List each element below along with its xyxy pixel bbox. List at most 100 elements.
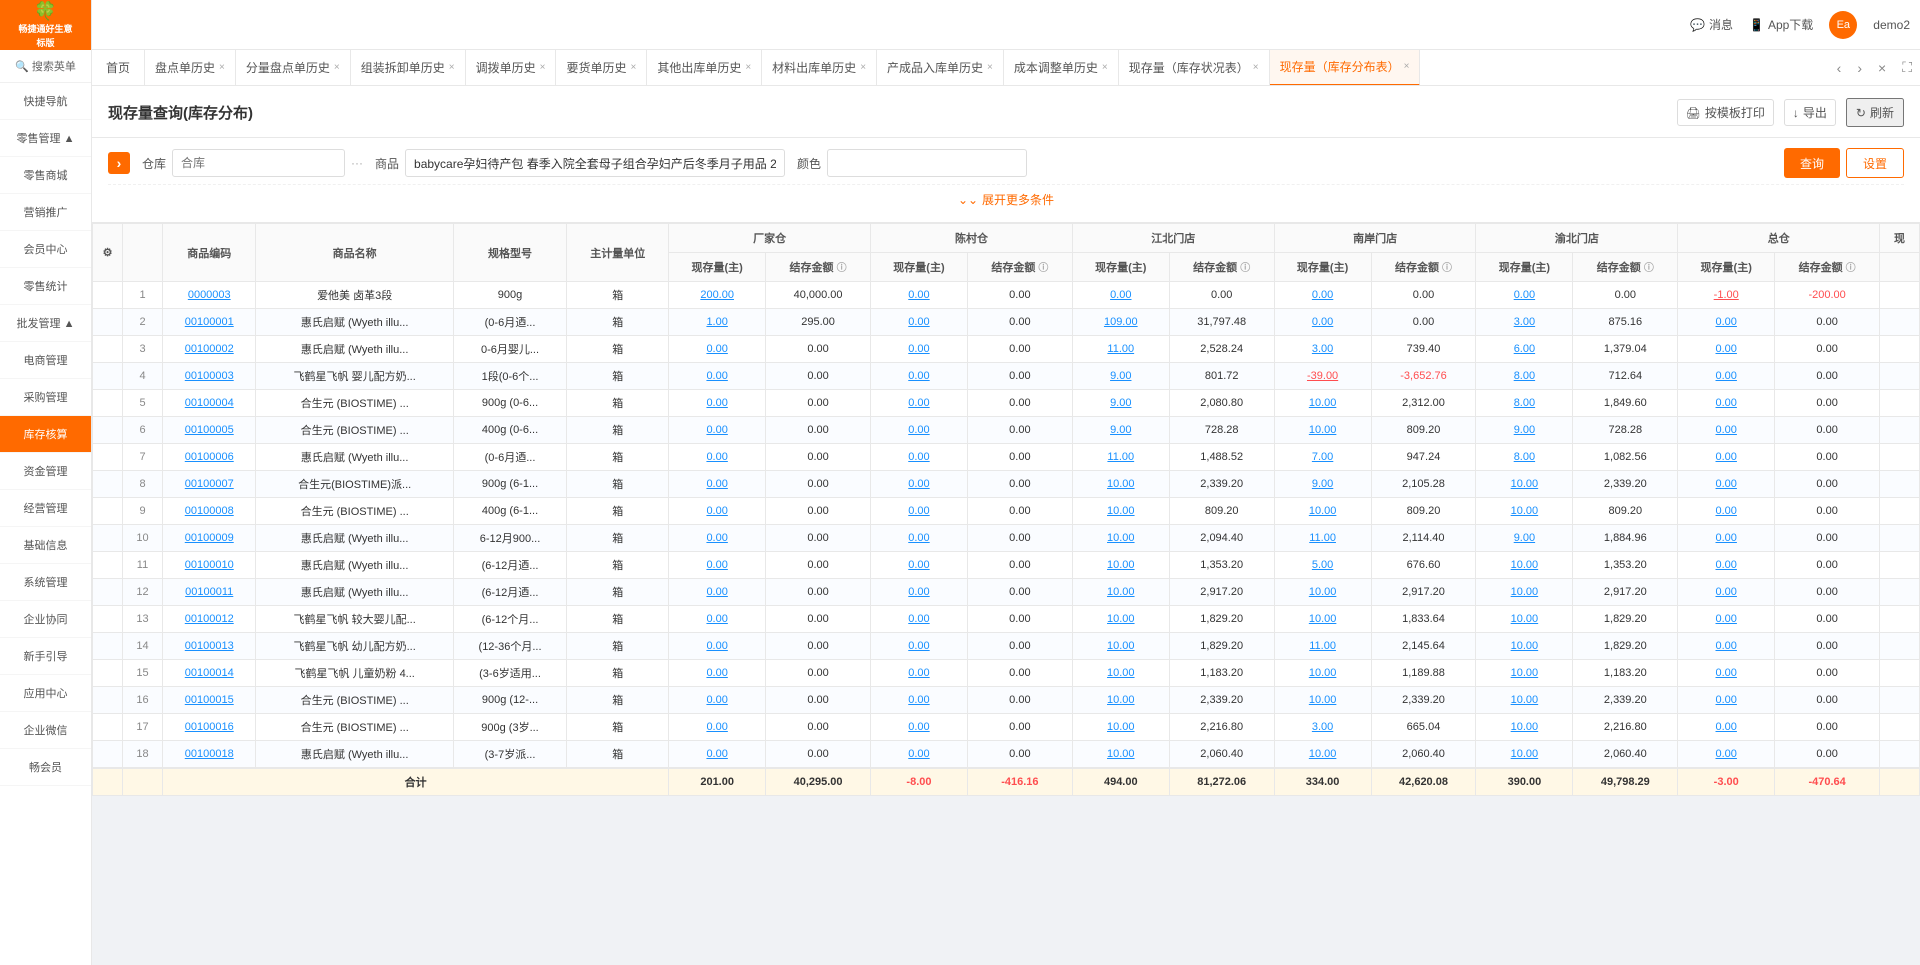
sidebar-item-quick-nav[interactable]: 快捷导航 [0,83,91,120]
sidebar-item-inventory-check[interactable]: 库存核算 [0,416,91,453]
tab-close-allocation-history[interactable]: × [540,62,546,73]
tab-product-in-history[interactable]: 产成品入库单历史× [877,50,1004,86]
th-jiangbei-group: 江北门店 [1072,224,1274,253]
yubeimen-info-icon[interactable]: ⓘ [1644,263,1654,274]
th-chenshi-qty: 现存量(主) [871,253,968,282]
tabs-list: 盘点单历史×分量盘点单历史×组装拆卸单历史×调拨单历史×要货单历史×其他出库单历… [145,50,1829,86]
zong-info-icon[interactable]: ⓘ [1846,263,1856,274]
refresh-button[interactable]: ↻ 刷新 [1846,98,1904,127]
sidebar-item-retail-manage[interactable]: 零售管理 ▲ [0,120,91,157]
tab-close-request-history[interactable]: × [630,62,636,73]
export-button[interactable]: ↓ 导出 [1784,99,1836,126]
tab-close-branch-stock-history[interactable]: × [334,62,340,73]
filter-goods: 商品 [375,149,785,177]
tab-current-stock-dist[interactable]: 现存量（库存分布表）× [1270,50,1421,86]
sidebar-item-system-manage[interactable]: 系统管理 [0,564,91,601]
sidebar-item-enterprise-wechat[interactable]: 企业微信 [0,712,91,749]
table-row: 1500100014飞鹤星飞帆 儿童奶粉 4...(3-6岁适用...箱0.00… [93,660,1920,687]
sidebar-item-ops-manage[interactable]: 经营管理 [0,490,91,527]
th-name: 商品名称 [256,224,453,282]
table-row: 10000003爱他美 卤革3段900g箱200.0040,000.000.00… [93,282,1920,309]
setting-button[interactable]: 设置 [1846,148,1904,178]
tab-allocation-history[interactable]: 调拨单历史× [466,50,557,86]
user-initial: Ea [1837,19,1850,31]
nanao-info-icon[interactable]: ⓘ [1442,263,1452,274]
sidebar-item-member-center[interactable]: 会员中心 [0,231,91,268]
th-settings[interactable]: ⚙ [93,224,123,282]
th-extra-sub [1880,253,1920,282]
table-row: 900100008合生元 (BIOSTIME) ...400g (6-1...箱… [93,498,1920,525]
tab-label-current-stock-status: 现存量（库存状况表） [1129,59,1249,76]
filter-toggle-button[interactable]: › [108,152,130,174]
refresh-icon: ↻ [1856,106,1866,120]
sidebar-item-finance-manage[interactable]: 资金管理 [0,453,91,490]
expand-label: 展开更多条件 [982,191,1054,208]
th-jiangbei-qty: 现存量(主) [1072,253,1169,282]
tab-branch-stock-history[interactable]: 分量盘点单历史× [236,50,351,86]
tab-label-material-out-history: 材料出库单历史 [772,59,856,76]
filter-bar: › 仓库 ··· 商品 颜色 查询 设置 ⌄⌄ 展开更多条件 [92,138,1920,223]
tab-close-current-stock-status[interactable]: × [1253,62,1259,73]
page-header-actions: 🖨 按模板打印 ↓ 导出 ↻ 刷新 [1677,98,1904,127]
color-input[interactable] [827,149,1027,177]
th-current-extra: 现 [1880,224,1920,253]
message-icon: 💬 [1690,18,1705,32]
table-row: 200100001惠氏启赋 (Wyeth illu...(0-6月迺...箱1.… [93,309,1920,336]
user-name: demo2 [1873,18,1910,32]
sidebar-item-retail-stats[interactable]: 零售统计 [0,268,91,305]
sidebar-item-purchase-manage[interactable]: 采购管理 [0,379,91,416]
sidebar-item-wholesale-manage[interactable]: 批发管理 ▲ [0,305,91,342]
th-factory-amt: 结存金额 ⓘ [766,253,871,282]
sidebar-item-enterprise-coop[interactable]: 企业协同 [0,601,91,638]
th-nanao-qty: 现存量(主) [1274,253,1371,282]
sidebar-item-ecommerce-manage[interactable]: 电商管理 [0,342,91,379]
tab-close-current-stock-dist[interactable]: × [1404,61,1410,72]
tab-close-combo-disassemble-history[interactable]: × [449,62,455,73]
tabs-next-button[interactable]: › [1849,50,1870,86]
tabs-fullscreen-button[interactable]: ⛶ [1894,50,1920,86]
sidebar-item-member[interactable]: 畅会员 [0,749,91,786]
tab-current-stock-status[interactable]: 现存量（库存状况表） × [1119,50,1270,86]
user-avatar[interactable]: Ea [1829,11,1857,39]
goods-label: 商品 [375,155,399,172]
sidebar-item-new-guide[interactable]: 新手引导 [0,638,91,675]
data-table: ⚙ 商品编码 商品名称 规格型号 主计量单位 厂家仓 陈村仓 江北门店 南岸门店… [92,223,1920,796]
message-button[interactable]: 💬 消息 [1690,16,1733,33]
sidebar-search[interactable]: 🔍 搜索英单 [0,50,91,83]
expand-icon: ⌄⌄ [958,193,978,207]
tabs-prev-button[interactable]: ‹ [1829,50,1850,86]
tab-close-material-out-history[interactable]: × [860,62,866,73]
tab-request-history[interactable]: 要货单历史× [556,50,647,86]
chenshi-info-icon[interactable]: ⓘ [1038,263,1048,274]
tab-combo-disassemble-history[interactable]: 组装拆卸单历史× [351,50,466,86]
warehouse-input[interactable] [172,149,345,177]
factory-info-icon[interactable]: ⓘ [837,263,847,274]
tab-cost-adjust-history[interactable]: 成本调整单历史× [1004,50,1119,86]
tab-other-out-history[interactable]: 其他出库单历史× [647,50,762,86]
goods-input[interactable] [405,149,785,177]
app-download-button[interactable]: 📱 App下载 [1749,16,1813,33]
tab-close-cost-adjust-history[interactable]: × [1102,62,1108,73]
page-header-top: 现存量查询(库存分布) 🖨 按模板打印 ↓ 导出 ↻ 刷新 [108,98,1904,127]
tab-close-other-out-history[interactable]: × [745,62,751,73]
jiangbei-info-icon[interactable]: ⓘ [1240,263,1250,274]
sidebar-item-marketing[interactable]: 营销推广 [0,194,91,231]
sidebar-item-app-center[interactable]: 应用中心 [0,675,91,712]
tab-material-out-history[interactable]: 材料出库单历史 × [762,50,877,86]
print-button[interactable]: 🖨 按模板打印 [1677,99,1774,126]
sidebar-item-retail-store[interactable]: 零售商城 [0,157,91,194]
tab-stock-single-history[interactable]: 盘点单历史× [145,50,236,86]
table-row: 1600100015合生元 (BIOSTIME) ...900g (12-...… [93,687,1920,714]
th-factory-group: 厂家仓 [669,224,871,253]
tab-close-product-in-history[interactable]: × [987,62,993,73]
tab-close-stock-single-history[interactable]: × [219,62,225,73]
tab-home[interactable]: 首页 [92,50,145,86]
query-button[interactable]: 查询 [1784,148,1840,178]
export-label: 导出 [1803,104,1827,121]
warehouse-ellipsis[interactable]: ··· [351,156,363,170]
table-row: 800100007合生元(BIOSTIME)派...900g (6-1...箱0… [93,471,1920,498]
tabs-close-button[interactable]: × [1870,50,1894,86]
sidebar-item-basic-info[interactable]: 基础信息 [0,527,91,564]
quick-nav-label: 快捷导航 [24,96,68,108]
filter-expand-toggle[interactable]: ⌄⌄ 展开更多条件 [108,184,1904,212]
